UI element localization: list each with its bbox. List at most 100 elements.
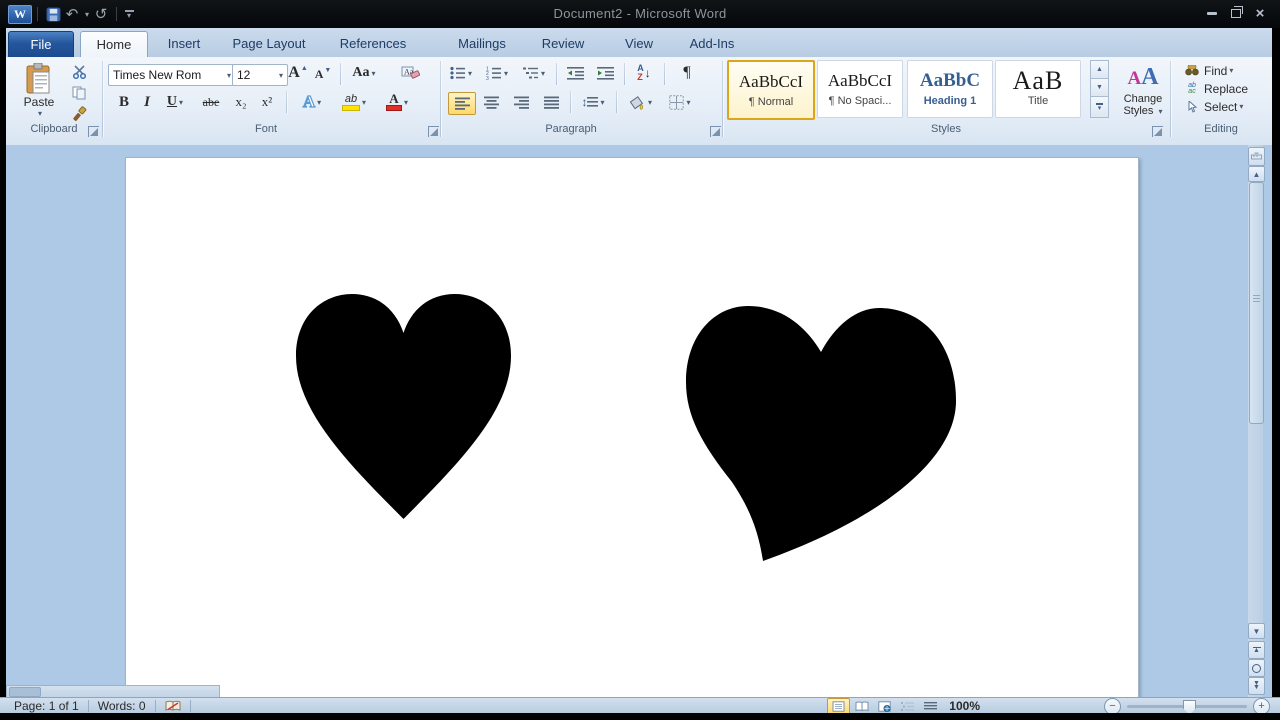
format-painter-button[interactable] [68, 104, 90, 122]
view-fullscreen-reading-button[interactable] [850, 698, 873, 715]
tab-references[interactable]: References [326, 31, 420, 56]
bullets-button[interactable]: ▾ [446, 63, 476, 83]
view-outline-button[interactable] [896, 698, 919, 715]
style-no-spacing[interactable]: AaBbCcI ¶ No Spaci... [817, 60, 903, 118]
heart-shape-2[interactable] [686, 306, 956, 561]
justify-button[interactable] [538, 92, 564, 113]
bullets-caret: ▾ [468, 69, 472, 78]
ruler-toggle-button[interactable] [1248, 147, 1265, 166]
superscript-button[interactable]: x² [256, 92, 278, 112]
tab-addins[interactable]: Add-Ins [674, 31, 750, 56]
close-button[interactable]: × [1248, 5, 1272, 21]
shading-button[interactable]: ▾ [622, 91, 658, 113]
clipboard-dialog-launcher[interactable] [88, 126, 99, 137]
numbering-button[interactable]: 1 2 3 ▾ [482, 63, 512, 83]
styles-dialog-launcher[interactable] [1152, 126, 1163, 137]
align-center-button[interactable] [478, 92, 504, 113]
tab-view[interactable]: View [612, 31, 666, 56]
font-size-combobox[interactable]: 12 ▾ [232, 64, 288, 86]
style-title[interactable]: AaB Title [995, 60, 1081, 118]
scroll-down-button[interactable]: ▼ [1248, 623, 1265, 639]
find-caret: ▾ [1229, 66, 1233, 75]
replace-button[interactable]: ab ac Replace [1184, 80, 1248, 97]
sort-button[interactable]: A Z ↓ [630, 61, 658, 85]
cut-button[interactable] [68, 63, 90, 81]
style-name: ¶ Normal [749, 96, 793, 108]
line-spacing-button[interactable]: ↕ ▾ [576, 91, 610, 113]
zoom-level[interactable]: 100% [949, 699, 980, 713]
clear-formatting-button[interactable]: Aa [398, 62, 424, 84]
vertical-scrollbar[interactable]: ▲ ▼ ▲ ▼ ▼ [1248, 145, 1263, 697]
tab-page-layout[interactable]: Page Layout [220, 31, 318, 56]
highlight-swatch [342, 105, 360, 111]
small-divider [624, 63, 625, 85]
bold-button[interactable]: B [114, 92, 134, 112]
grow-font-button[interactable]: A ▲ [286, 62, 310, 84]
decrease-indent-button[interactable] [562, 63, 588, 83]
change-case-button[interactable]: Aa ▾ [348, 63, 380, 83]
grow-font-glyph: A [288, 64, 300, 82]
change-styles-button[interactable]: AA Change Styles ▾ [1114, 61, 1172, 121]
italic-button[interactable]: I [138, 92, 156, 112]
word-count[interactable]: Words: 0 [98, 699, 146, 713]
align-right-button[interactable] [508, 92, 534, 113]
tab-review[interactable]: Review [530, 31, 596, 56]
tab-home[interactable]: Home [80, 31, 148, 58]
horizontal-scrollbar-thumb[interactable] [9, 687, 41, 697]
style-heading1[interactable]: AaBbC Heading 1 [907, 60, 993, 118]
font-color-button[interactable]: A ▾ [380, 91, 414, 113]
tab-insert[interactable]: Insert [154, 31, 214, 56]
styles-gallery-down-button[interactable]: ▼ [1090, 78, 1109, 97]
align-left-button[interactable] [448, 92, 476, 115]
font-family-caret: ▾ [227, 71, 231, 80]
vertical-scrollbar-thumb[interactable] [1249, 182, 1264, 424]
proofing-status-button[interactable] [165, 700, 181, 712]
increase-indent-button[interactable] [592, 63, 618, 83]
page-count[interactable]: Page: 1 of 1 [14, 699, 79, 713]
text-effects-button[interactable]: A ▾ [296, 91, 328, 113]
tab-file[interactable]: File [8, 31, 74, 58]
shrink-font-button[interactable]: A ▼ [312, 64, 334, 84]
borders-caret: ▾ [686, 98, 690, 107]
view-draft-button[interactable] [919, 698, 942, 715]
styles-gallery-up-button[interactable]: ▲ [1090, 60, 1109, 79]
font-dialog-launcher[interactable] [428, 126, 439, 137]
underline-button[interactable]: U ▾ [160, 92, 190, 112]
multilevel-list-button[interactable]: ▾ [518, 63, 550, 83]
find-button[interactable]: Find ▾ [1184, 62, 1233, 79]
strikethrough-button[interactable]: abe [196, 92, 226, 112]
select-button[interactable]: Select ▾ [1184, 98, 1243, 115]
minimize-button[interactable] [1200, 5, 1224, 21]
paste-button[interactable]: Paste ▾ [16, 61, 62, 119]
font-family-combobox[interactable]: Times New Rom ▾ [108, 64, 236, 86]
view-web-layout-button[interactable] [873, 698, 896, 715]
subscript-button[interactable]: x₂ [230, 92, 252, 112]
ribbon-tab-row: File Home Insert Page Layout References … [6, 28, 1272, 58]
borders-button[interactable]: ▾ [662, 91, 698, 113]
next-page-button[interactable]: ▼ ▼ [1248, 677, 1265, 695]
zoom-slider-track[interactable] [1127, 705, 1247, 708]
text-highlight-button[interactable]: ab ▾ [336, 91, 372, 113]
select-browse-object-button[interactable] [1248, 659, 1265, 677]
view-print-layout-button[interactable] [827, 698, 850, 715]
previous-page-button[interactable]: ▲ [1248, 641, 1265, 659]
multilevel-list-icon [523, 66, 539, 80]
show-hide-pilcrow-button[interactable]: ¶ [674, 62, 700, 84]
restore-button[interactable] [1224, 5, 1248, 21]
change-case-glyph: Aa [352, 65, 369, 81]
styles-gallery-more-button[interactable]: ▾ [1090, 96, 1109, 118]
sort-letters: A Z [637, 64, 644, 82]
format-painter-brush-icon [72, 106, 87, 121]
zoom-out-button[interactable]: − [1104, 698, 1121, 715]
heart-shape-1[interactable] [296, 294, 511, 519]
style-normal[interactable]: AaBbCcI ¶ Normal [727, 60, 815, 120]
ruler-toggle-icon [1251, 152, 1262, 162]
paragraph-group-label: Paragraph [506, 123, 636, 135]
document-page[interactable] [125, 157, 1139, 699]
paragraph-dialog-launcher[interactable] [710, 126, 721, 137]
tab-mailings[interactable]: Mailings [446, 31, 518, 56]
copy-button[interactable] [68, 84, 90, 102]
zoom-in-button[interactable]: + [1253, 698, 1270, 715]
styles-group-label: Styles [886, 123, 1006, 135]
scroll-up-button[interactable]: ▲ [1248, 166, 1265, 182]
